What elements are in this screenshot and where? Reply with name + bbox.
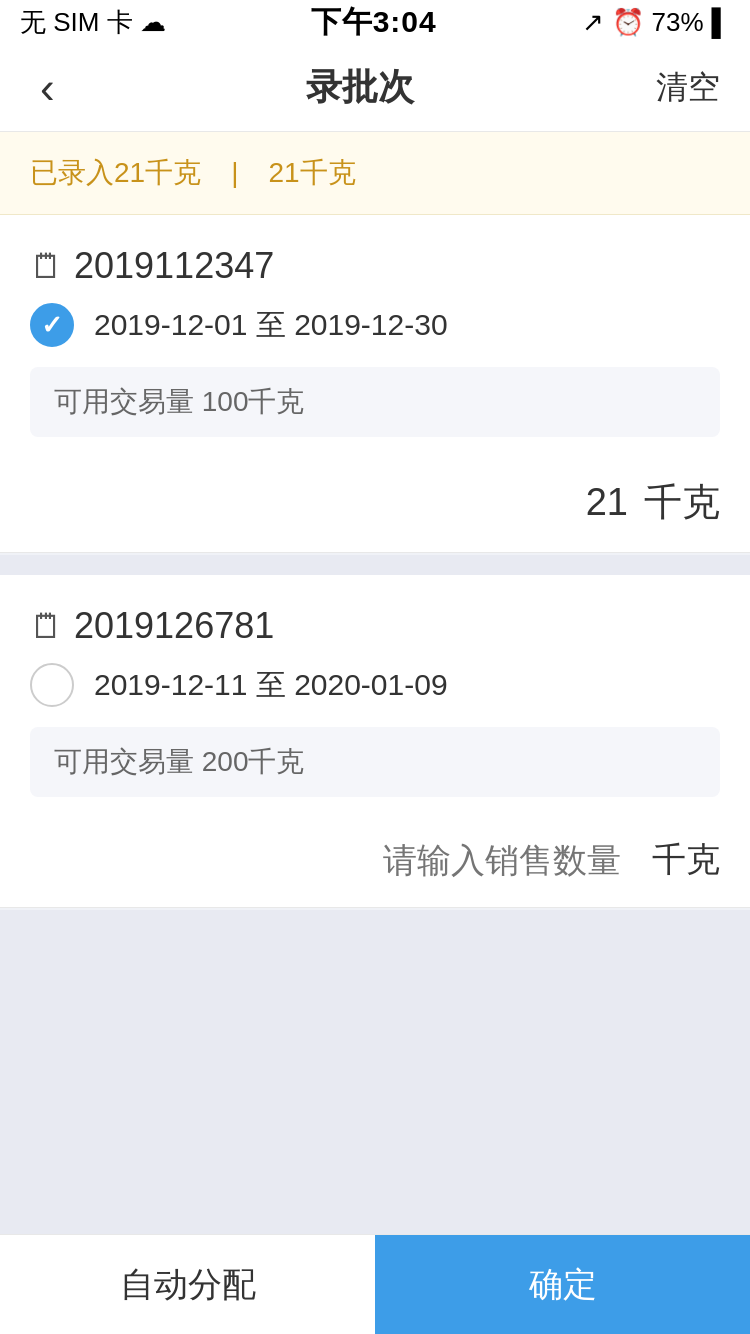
batch-id-2: 2019126781 [74, 605, 274, 647]
status-time: 下午3:04 [311, 2, 437, 43]
batch-card-1: 🗒 2019112347 2019-12-01 至 2019-12-30 可用交… [0, 215, 750, 553]
batch-id-1: 2019112347 [74, 245, 274, 287]
status-right: ↗ ⏰ 73% ▌ [582, 7, 730, 38]
total-amount: 21千克 [268, 154, 355, 192]
batch-date-2: 2019-12-11 至 2020-01-09 [94, 665, 448, 706]
summary-banner: 已录入21千克 | 21千克 [0, 132, 750, 215]
radio-2[interactable] [30, 663, 74, 707]
quantity-input-2[interactable] [30, 841, 636, 880]
quantity-unit-2: 千克 [652, 837, 720, 883]
page-title: 录批次 [306, 63, 414, 112]
section-separator [0, 555, 750, 575]
batch-icon-1: 🗒 [30, 247, 64, 286]
batch-date-row-2[interactable]: 2019-12-11 至 2020-01-09 [30, 663, 720, 707]
alarm-icon: ⏰ [612, 7, 644, 38]
confirm-button[interactable]: 确定 [375, 1235, 750, 1334]
recorded-amount: 已录入21千克 [30, 154, 201, 192]
status-left: 无 SIM 卡 ☁ [20, 5, 166, 40]
quantity-row-1: 21 千克 [0, 457, 750, 553]
batch-card-2: 🗒 2019126781 2019-12-11 至 2020-01-09 可用交… [0, 575, 750, 908]
status-bar: 无 SIM 卡 ☁ 下午3:04 ↗ ⏰ 73% ▌ [0, 0, 750, 44]
available-qty-1: 可用交易量 100千克 [30, 367, 720, 437]
auto-distribute-button[interactable]: 自动分配 [0, 1235, 375, 1334]
bottom-buttons: 自动分配 确定 [0, 1234, 750, 1334]
batch-id-row-2: 🗒 2019126781 [30, 605, 720, 647]
location-icon: ↗ [582, 7, 604, 38]
quantity-unit-1: 千克 [644, 477, 720, 528]
nav-bar: ‹ 录批次 清空 [0, 44, 750, 132]
batch-id-row-1: 🗒 2019112347 [30, 245, 720, 287]
battery-icon: ▌ [712, 7, 730, 38]
quantity-value-1: 21 [586, 481, 628, 524]
summary-divider: | [231, 157, 238, 189]
battery-percent: 73% [652, 7, 704, 38]
sim-label: 无 SIM 卡 ☁ [20, 5, 166, 40]
available-qty-2: 可用交易量 200千克 [30, 727, 720, 797]
clear-button[interactable]: 清空 [656, 66, 720, 110]
batch-icon-2: 🗒 [30, 607, 64, 646]
back-button[interactable]: ‹ [30, 53, 65, 123]
batch-date-1: 2019-12-01 至 2019-12-30 [94, 305, 448, 346]
quantity-input-row-2[interactable]: 千克 [0, 817, 750, 908]
batch-date-row-1[interactable]: 2019-12-01 至 2019-12-30 [30, 303, 720, 347]
radio-1[interactable] [30, 303, 74, 347]
